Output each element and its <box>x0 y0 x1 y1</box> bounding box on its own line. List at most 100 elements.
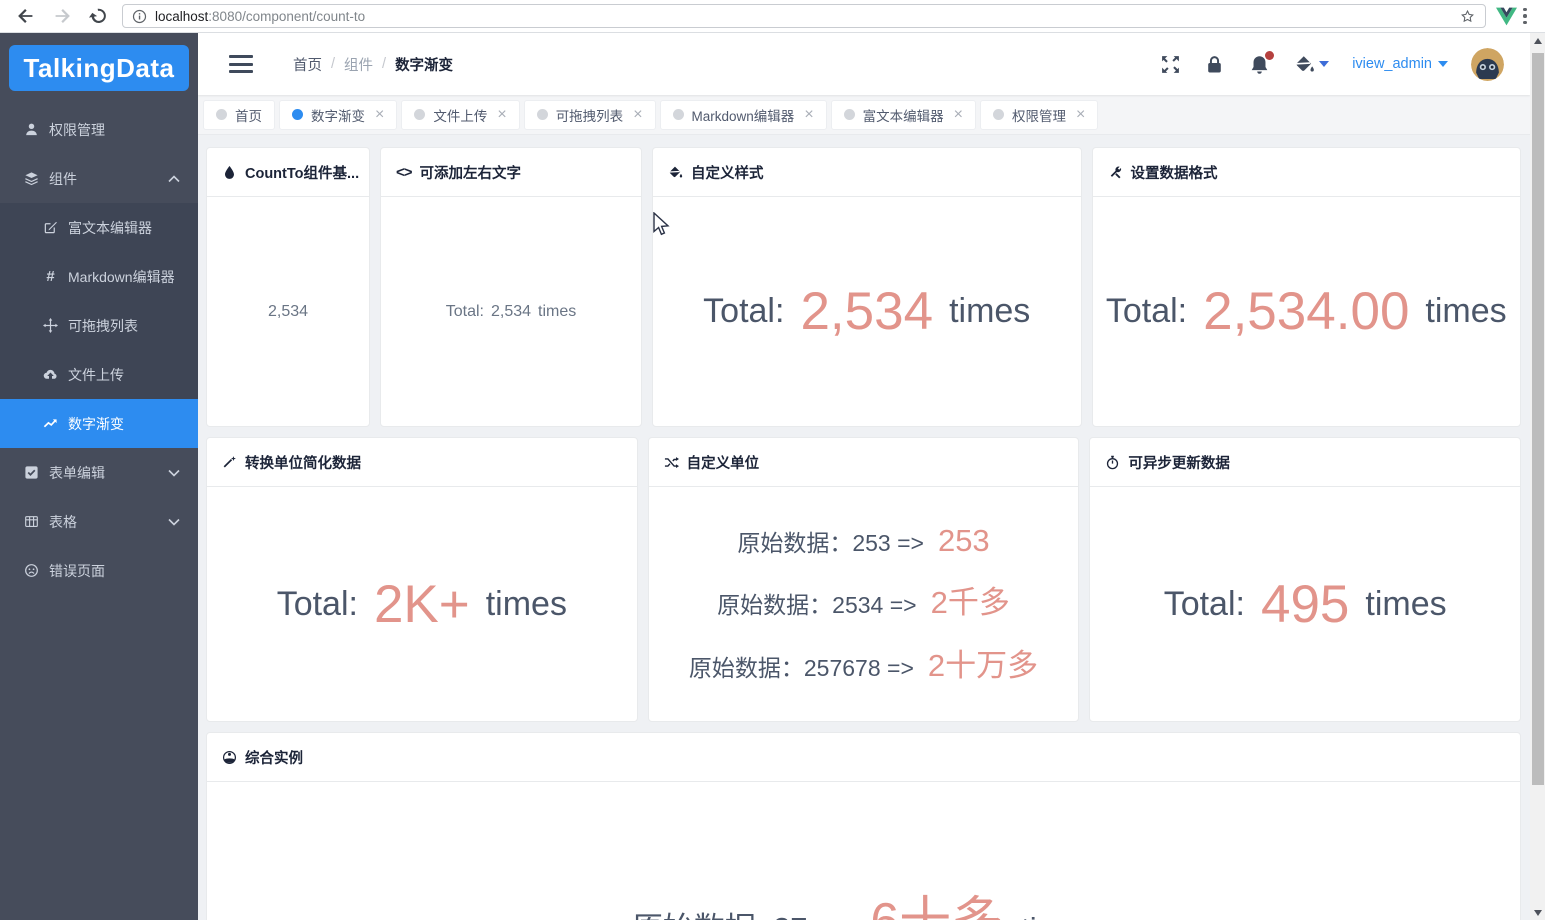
close-icon[interactable]: × <box>804 106 813 123</box>
bookmark-star-icon[interactable] <box>1459 8 1476 25</box>
page-content: CountTo组件基... 2,534 <> 可添加左右文字 Total: 2,5… <box>198 135 1530 920</box>
tab-draggable-list[interactable]: 可拖拽列表 × <box>523 99 656 130</box>
card-data-format: 设置数据格式 Total: 2,534.00 times <box>1091 147 1521 427</box>
browser-menu-icon[interactable] <box>1523 7 1527 25</box>
header-actions: iview_admin <box>1160 47 1530 81</box>
sidebar-item-file-upload[interactable]: 文件上传 <box>0 350 198 399</box>
sphere-icon <box>222 750 237 764</box>
count-suffix: times <box>949 292 1031 330</box>
info-icon[interactable] <box>132 9 147 24</box>
tab-label: 文件上传 <box>433 108 488 124</box>
scroll-up-icon[interactable] <box>1530 33 1545 48</box>
username: iview_admin <box>1352 56 1432 72</box>
count-suffix: times <box>1021 911 1095 920</box>
close-icon[interactable]: × <box>1076 106 1085 123</box>
url-bar[interactable]: localhost:8080/component/count-to <box>122 4 1486 28</box>
tab-file-upload[interactable]: 文件上传 × <box>401 99 520 130</box>
card-title: 可异步更新数据 <box>1128 455 1230 472</box>
sidebar-item-draggable-list[interactable]: 可拖拽列表 <box>0 301 198 350</box>
card-body: Total: 2,534.00 times <box>1093 197 1521 426</box>
back-icon[interactable] <box>15 5 37 27</box>
close-icon[interactable]: × <box>375 106 384 123</box>
card-title: CountTo组件基... <box>245 165 360 182</box>
compose-icon <box>44 221 57 234</box>
count-prefix: Total: <box>445 302 484 320</box>
count-prefix: Total: <box>1105 292 1188 330</box>
vertical-scrollbar[interactable] <box>1530 33 1545 920</box>
vue-devtools-icon[interactable] <box>1496 7 1517 26</box>
cards-row-2: 转换单位简化数据 Total: 2K+ times 自定义单位 原始数据：253… <box>206 437 1522 722</box>
paint-bucket-icon <box>1296 55 1315 72</box>
tab-access[interactable]: 权限管理 × <box>980 99 1099 130</box>
count-value: 2K+ <box>373 574 470 634</box>
sidebar-item-tables[interactable]: 表格 <box>0 497 198 546</box>
scrollbar-thumb[interactable] <box>1531 53 1544 785</box>
sidebar-item-form-editor[interactable]: 表单编辑 <box>0 448 198 497</box>
count-suffix: times <box>538 302 577 320</box>
tab-label: 数字渐变 <box>311 108 365 124</box>
sidebar-item-label: 表单编辑 <box>49 464 105 481</box>
tab-dot-icon <box>843 109 855 120</box>
tab-dot-icon <box>993 109 1004 120</box>
unit-example-row: 原始数据：2534 => 2千多 <box>717 577 1010 622</box>
card-header: 设置数据格式 <box>1092 148 1520 197</box>
tab-label: 富文本编辑器 <box>862 108 944 124</box>
raw-data-label: 原始数据：253 => <box>737 530 924 556</box>
card-body: Total: 495 times <box>1090 487 1520 721</box>
tab-dot-icon <box>292 109 303 120</box>
unit-example-row: 原始数据：253 => 253 <box>737 523 989 559</box>
tab-home[interactable]: 首页 <box>203 99 275 130</box>
trending-up-icon <box>43 419 57 428</box>
tab-label: 可拖拽列表 <box>555 108 624 124</box>
notification-badge <box>1265 50 1275 60</box>
sidebar-item-label: Markdown编辑器 <box>68 268 175 285</box>
card-header: 可异步更新数据 <box>1090 438 1521 487</box>
card-simplify-units: 转换单位简化数据 Total: 2K+ times <box>206 437 638 722</box>
sidebar-item-access[interactable]: 权限管理 <box>0 105 198 154</box>
sidebar-item-markdown-editor[interactable]: # Markdown编辑器 <box>0 252 198 301</box>
stopwatch-icon <box>1107 455 1119 469</box>
chevron-down-icon <box>168 469 180 477</box>
sidebar-item-error-pages[interactable]: 错误页面 <box>0 546 198 595</box>
refresh-icon[interactable] <box>87 5 109 27</box>
count-suffix: times <box>1365 584 1447 623</box>
app-logo[interactable]: TalkingData <box>9 45 189 91</box>
sidebar-menu: 权限管理 组件 富文本编辑器 # Markdown编辑器 可拖拽列表 文件上传 … <box>0 105 198 595</box>
forward-icon[interactable] <box>51 5 73 27</box>
notifications[interactable] <box>1248 50 1275 75</box>
card-combined-example: 综合实例 原始数据: 27 => 6十多 times <box>206 732 1521 920</box>
url-path: :8080/component/count-to <box>208 8 366 24</box>
avatar[interactable] <box>1471 47 1504 81</box>
checkbox-icon <box>25 466 38 479</box>
breadcrumb-home[interactable]: 首页 <box>293 54 322 75</box>
theme-switcher[interactable] <box>1294 54 1330 75</box>
lock-icon[interactable] <box>1204 54 1225 75</box>
count-prefix: 原始数据: 27 => <box>632 911 853 920</box>
cloud-upload-icon <box>43 369 57 379</box>
sidebar-item-count-to[interactable]: 数字渐变 <box>0 399 198 448</box>
sidebar-toggle-icon[interactable] <box>229 55 253 73</box>
card-header: 自定义样式 <box>653 148 1081 197</box>
tab-count-to[interactable]: 数字渐变 × <box>279 99 398 130</box>
sidebar-item-rich-editor[interactable]: 富文本编辑器 <box>0 203 198 252</box>
tab-markdown-editor[interactable]: Markdown编辑器 × <box>659 99 827 130</box>
card-body: 原始数据: 27 => 6十多 times <box>207 782 1520 920</box>
close-icon[interactable]: × <box>954 106 963 123</box>
tab-rich-editor[interactable]: 富文本编辑器 × <box>830 99 976 130</box>
move-icon <box>43 318 58 333</box>
close-icon[interactable]: × <box>633 106 642 123</box>
sidebar-submenu-components: 富文本编辑器 # Markdown编辑器 可拖拽列表 文件上传 数字渐变 <box>0 203 198 448</box>
breadcrumb-components[interactable]: 组件 <box>344 54 373 75</box>
sad-face-icon <box>25 564 38 577</box>
chevron-up-icon <box>168 174 180 182</box>
sidebar-item-label: 文件上传 <box>68 366 124 383</box>
sidebar-item-components[interactable]: 组件 <box>0 154 198 203</box>
count-value: 2十万多 <box>927 648 1039 683</box>
page-header: 首页 / 组件 / 数字渐变 iview_admin <box>198 33 1530 95</box>
close-icon[interactable]: × <box>497 106 506 123</box>
fullscreen-icon[interactable] <box>1160 54 1181 75</box>
card-countto-basic: CountTo组件基... 2,534 <box>206 147 370 427</box>
scroll-down-icon[interactable] <box>1530 905 1545 920</box>
user-menu[interactable]: iview_admin <box>1352 56 1448 72</box>
tab-label: 首页 <box>235 108 262 124</box>
